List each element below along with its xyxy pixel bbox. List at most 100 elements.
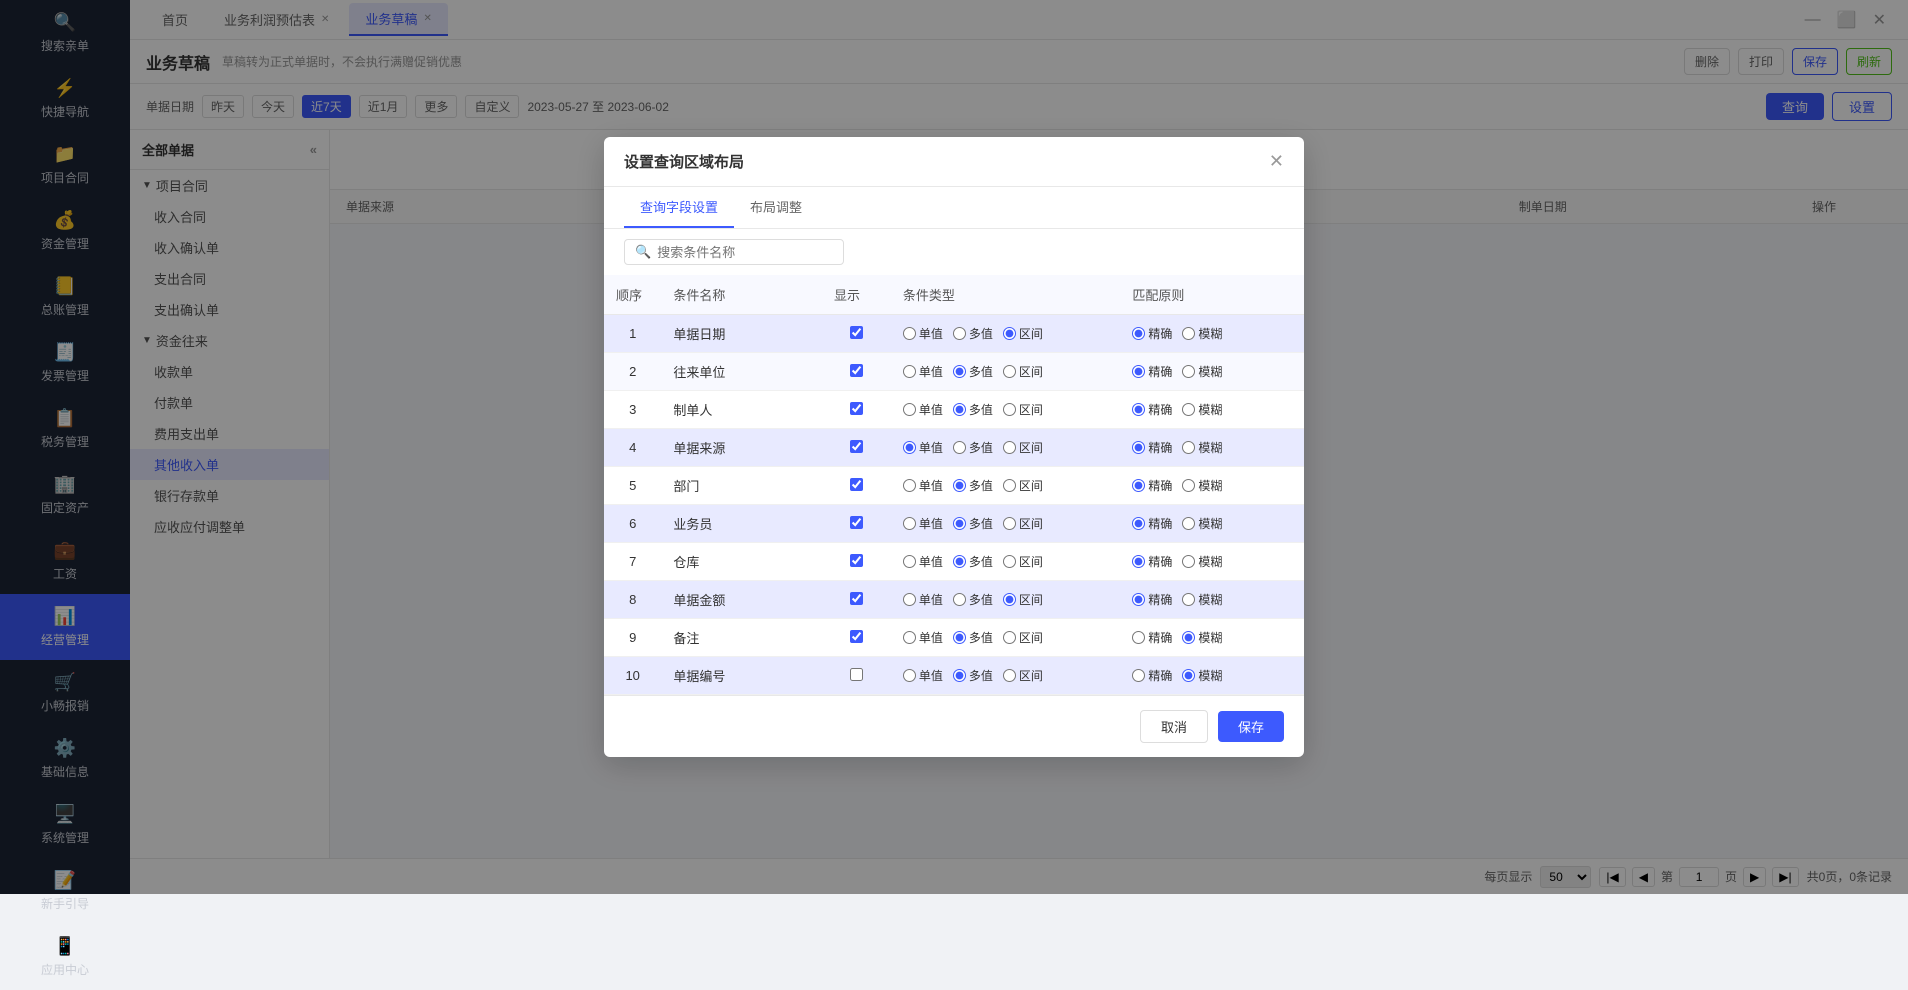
show-checkbox-8[interactable] xyxy=(850,630,863,643)
match-exact-0[interactable] xyxy=(1132,327,1145,340)
type-range-6[interactable] xyxy=(1003,555,1016,568)
match-fuzzy-4[interactable] xyxy=(1182,479,1195,492)
dialog-title: 设置查询区域布局 xyxy=(624,151,744,172)
type-single-8[interactable] xyxy=(903,631,916,644)
show-checkbox-0[interactable] xyxy=(850,326,863,339)
show-checkbox-7[interactable] xyxy=(850,592,863,605)
cell-order: 4 xyxy=(604,429,661,467)
cell-type: 单值 多值 区间 xyxy=(891,391,1121,429)
type-multi-0[interactable] xyxy=(953,327,966,340)
conditions-table: 顺序 条件名称 显示 条件类型 匹配原则 1 单据日期 单值 多值 区间 xyxy=(604,275,1304,695)
th-match: 匹配原则 xyxy=(1120,275,1304,315)
show-checkbox-9[interactable] xyxy=(850,668,863,681)
cell-type: 单值 多值 区间 xyxy=(891,315,1121,353)
match-fuzzy-8[interactable] xyxy=(1182,631,1195,644)
table-row: 4 单据来源 单值 多值 区间 精确 模糊 xyxy=(604,429,1304,467)
table-row: 9 备注 单值 多值 区间 精确 模糊 xyxy=(604,619,1304,657)
type-single-1[interactable] xyxy=(903,365,916,378)
type-range-1[interactable] xyxy=(1003,365,1016,378)
type-multi-5[interactable] xyxy=(953,517,966,530)
type-multi-2[interactable] xyxy=(953,403,966,416)
match-fuzzy-7[interactable] xyxy=(1182,593,1195,606)
match-exact-3[interactable] xyxy=(1132,441,1145,454)
type-range-7[interactable] xyxy=(1003,593,1016,606)
type-single-4[interactable] xyxy=(903,479,916,492)
cell-type: 单值 多值 区间 xyxy=(891,619,1121,657)
type-multi-3[interactable] xyxy=(953,441,966,454)
dialog-overlay: 设置查询区域布局 ✕ 查询字段设置 布局调整 🔍 顺序 xyxy=(0,0,1908,894)
cell-name: 部门 xyxy=(661,467,822,505)
cell-show xyxy=(822,391,891,429)
type-single-2[interactable] xyxy=(903,403,916,416)
show-checkbox-3[interactable] xyxy=(850,440,863,453)
cell-type: 单值 多值 区间 xyxy=(891,467,1121,505)
th-show: 显示 xyxy=(822,275,891,315)
match-exact-8[interactable] xyxy=(1132,631,1145,644)
cell-match: 精确 模糊 xyxy=(1120,315,1304,353)
table-row: 6 业务员 单值 多值 区间 精确 模糊 xyxy=(604,505,1304,543)
match-fuzzy-2[interactable] xyxy=(1182,403,1195,416)
show-checkbox-4[interactable] xyxy=(850,478,863,491)
match-exact-7[interactable] xyxy=(1132,593,1145,606)
match-exact-1[interactable] xyxy=(1132,365,1145,378)
th-type: 条件类型 xyxy=(891,275,1121,315)
type-single-3[interactable] xyxy=(903,441,916,454)
th-order: 顺序 xyxy=(604,275,661,315)
type-single-6[interactable] xyxy=(903,555,916,568)
cell-match: 精确 模糊 xyxy=(1120,505,1304,543)
type-single-9[interactable] xyxy=(903,669,916,682)
match-exact-4[interactable] xyxy=(1132,479,1145,492)
show-checkbox-1[interactable] xyxy=(850,364,863,377)
dialog-tab-field-settings[interactable]: 查询字段设置 xyxy=(624,187,734,228)
type-single-5[interactable] xyxy=(903,517,916,530)
match-fuzzy-9[interactable] xyxy=(1182,669,1195,682)
match-exact-5[interactable] xyxy=(1132,517,1145,530)
match-fuzzy-5[interactable] xyxy=(1182,517,1195,530)
type-multi-1[interactable] xyxy=(953,365,966,378)
show-checkbox-6[interactable] xyxy=(850,554,863,567)
dialog-close-button[interactable]: ✕ xyxy=(1269,151,1284,172)
cell-show xyxy=(822,429,891,467)
match-fuzzy-1[interactable] xyxy=(1182,365,1195,378)
cell-name: 仓库 xyxy=(661,543,822,581)
search-input[interactable] xyxy=(657,245,833,260)
match-exact-6[interactable] xyxy=(1132,555,1145,568)
cell-type: 单值 多值 区间 xyxy=(891,429,1121,467)
type-multi-8[interactable] xyxy=(953,631,966,644)
cell-show xyxy=(822,505,891,543)
cell-match: 精确 模糊 xyxy=(1120,543,1304,581)
match-fuzzy-0[interactable] xyxy=(1182,327,1195,340)
dialog-tab-layout-adjust[interactable]: 布局调整 xyxy=(734,187,818,228)
dialog-save-button[interactable]: 保存 xyxy=(1218,711,1284,742)
type-single-0[interactable] xyxy=(903,327,916,340)
cell-order: 2 xyxy=(604,353,661,391)
type-range-4[interactable] xyxy=(1003,479,1016,492)
table-row: 7 仓库 单值 多值 区间 精确 模糊 xyxy=(604,543,1304,581)
match-exact-2[interactable] xyxy=(1132,403,1145,416)
dialog-tabs: 查询字段设置 布局调整 xyxy=(604,187,1304,229)
type-multi-6[interactable] xyxy=(953,555,966,568)
match-fuzzy-6[interactable] xyxy=(1182,555,1195,568)
type-multi-4[interactable] xyxy=(953,479,966,492)
cell-name: 单据来源 xyxy=(661,429,822,467)
type-range-9[interactable] xyxy=(1003,669,1016,682)
type-multi-9[interactable] xyxy=(953,669,966,682)
cell-type: 单值 多值 区间 xyxy=(891,657,1121,695)
type-range-0[interactable] xyxy=(1003,327,1016,340)
cell-name: 单据编号 xyxy=(661,657,822,695)
type-range-3[interactable] xyxy=(1003,441,1016,454)
match-fuzzy-3[interactable] xyxy=(1182,441,1195,454)
show-checkbox-2[interactable] xyxy=(850,402,863,415)
type-multi-7[interactable] xyxy=(953,593,966,606)
type-single-7[interactable] xyxy=(903,593,916,606)
type-range-2[interactable] xyxy=(1003,403,1016,416)
match-exact-9[interactable] xyxy=(1132,669,1145,682)
show-checkbox-5[interactable] xyxy=(850,516,863,529)
cell-match: 精确 模糊 xyxy=(1120,467,1304,505)
type-range-5[interactable] xyxy=(1003,517,1016,530)
cancel-button[interactable]: 取消 xyxy=(1140,710,1208,743)
cell-match: 精确 模糊 xyxy=(1120,391,1304,429)
sidebar-item-appstore[interactable]: 📱 应用中心 xyxy=(0,924,130,990)
cell-order: 10 xyxy=(604,657,661,695)
type-range-8[interactable] xyxy=(1003,631,1016,644)
